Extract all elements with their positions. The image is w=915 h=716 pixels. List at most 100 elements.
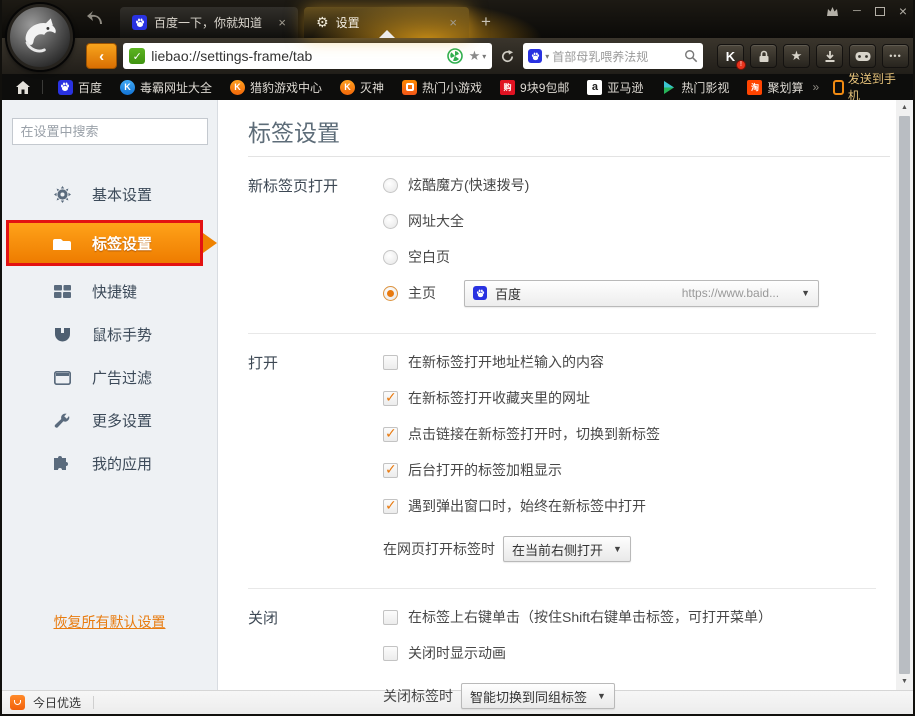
bookmark-game-center[interactable]: K 猎豹游戏中心 [221, 74, 331, 100]
baidu-paw-favicon [132, 15, 147, 30]
sidebar-item-label: 我的应用 [92, 453, 152, 474]
homepage-select[interactable]: 百度 https://www.baid... ▼ [464, 280, 819, 307]
sidebar-item-basic-settings[interactable]: 基本设置 [2, 173, 217, 216]
notification-badge: ! [736, 60, 746, 70]
new-tab-button[interactable]: + [469, 12, 501, 38]
engine-caret-icon[interactable]: ▾ [545, 52, 549, 61]
magnifier-icon[interactable] [684, 49, 698, 63]
sidebar-item-shortcuts[interactable]: 快捷键 [2, 270, 217, 313]
game-favicon [402, 80, 417, 95]
bookmark-label: 热门小游戏 [422, 79, 482, 96]
bookmark-juhuasuan[interactable]: 淘 聚划算 [738, 74, 812, 100]
liebao-cheetah-logo-icon[interactable] [7, 4, 73, 70]
baidu-favicon [473, 286, 487, 300]
wrench-icon [52, 413, 72, 429]
close-tab-behavior-select[interactable]: 智能切换到同组标签 ▼ [461, 683, 615, 709]
search-suggestion-text[interactable]: 首部母乳喂养法规 [552, 48, 681, 65]
site-safe-check-icon: ✓ [129, 48, 145, 64]
refresh-icon[interactable] [498, 49, 517, 64]
reset-all-defaults-link[interactable]: 恢复所有默认设置 [2, 612, 217, 632]
sidebar-item-ad-filter[interactable]: 广告过滤 [2, 356, 217, 399]
radio-site-nav[interactable] [383, 214, 398, 229]
checkbox-bold-background-tabs[interactable] [383, 463, 398, 478]
bookmark-star-icon[interactable]: ★▾ [469, 48, 487, 64]
sidebar-item-mouse-gestures[interactable]: 鼠标手势 [2, 313, 217, 356]
checkbox-label: 遇到弹出窗口时，始终在新标签中打开 [408, 496, 646, 516]
radio-blank-page[interactable] [383, 250, 398, 265]
minimize-button[interactable]: ─ [853, 4, 861, 18]
checkbox-popup-in-newtab[interactable] [383, 499, 398, 514]
bookmark-baidu[interactable]: 百度 [49, 74, 111, 100]
bookmark-mieshen[interactable]: K 灭神 [331, 74, 393, 100]
close-window-button[interactable]: × [899, 4, 907, 18]
checkbox-label: 后台打开的标签加粗显示 [408, 460, 562, 480]
radio-label: 主页 [408, 283, 436, 303]
tab-close-icon[interactable]: × [447, 15, 459, 30]
duba-k-button[interactable]: K ! [717, 44, 744, 68]
url-text[interactable]: liebao://settings-frame/tab [151, 48, 440, 64]
favorites-button[interactable]: ★ [783, 44, 810, 68]
daily-picks-button[interactable]: 今日优选 [33, 694, 81, 711]
sidebar-item-more-settings[interactable]: 更多设置 [2, 399, 217, 442]
section-divider [248, 588, 876, 589]
download-button[interactable] [816, 44, 843, 68]
sidebar-item-label: 快捷键 [92, 281, 137, 302]
checkbox-rightclick-close[interactable] [383, 610, 398, 625]
skin-theme-icon[interactable] [826, 6, 839, 17]
send-to-phone-button[interactable]: 发送到手机 [848, 70, 905, 104]
url-field[interactable]: ✓ liebao://settings-frame/tab ★▾ [123, 43, 492, 69]
section-divider [248, 333, 876, 334]
scroll-up-icon[interactable]: ▲ [901, 102, 908, 114]
home-icon[interactable] [10, 81, 36, 94]
bookmark-mini-games[interactable]: 热门小游戏 [393, 74, 491, 100]
active-item-arrow [203, 233, 217, 253]
tab-title: 设置 [336, 14, 441, 31]
back-button[interactable]: ‹ [86, 43, 117, 69]
checkbox-close-animation[interactable] [383, 646, 398, 661]
bookmark-hot-movies[interactable]: 热门影视 [652, 74, 738, 100]
gear-icon: ⚙ [316, 14, 329, 31]
maximize-button[interactable] [875, 7, 885, 16]
scroll-down-icon[interactable]: ▼ [901, 676, 908, 688]
scrollbar-thumb[interactable] [899, 116, 910, 674]
chevron-down-icon[interactable]: ▼ [801, 288, 810, 298]
settings-sidebar: 基本设置 标签设置 快捷键 [2, 100, 218, 690]
search-box[interactable]: ▾ 首部母乳喂养法规 [523, 43, 703, 69]
sidebar-item-tab-settings[interactable]: 标签设置 [6, 220, 203, 266]
radio-cube[interactable] [383, 178, 398, 193]
sidebar-item-label: 鼠标手势 [92, 324, 152, 345]
game-center-button[interactable] [849, 44, 876, 68]
checkbox-switch-to-newtab[interactable] [383, 427, 398, 442]
tab-baidu[interactable]: 百度一下，你就知道 × [120, 7, 298, 38]
checkbox-open-addressbar-input[interactable] [383, 355, 398, 370]
settings-search-input[interactable] [12, 118, 208, 145]
checkbox-label: 点击链接在新标签打开时，切换到新标签 [408, 424, 660, 444]
bookmark-9k9[interactable]: 购 9块9包邮 [491, 74, 578, 100]
checkbox-open-favorites-newtab[interactable] [383, 391, 398, 406]
menu-more-button[interactable]: ••• [882, 44, 909, 68]
baidu-search-engine-icon[interactable] [528, 49, 542, 63]
checkbox-row: 在新标签打开地址栏输入的内容 [383, 344, 890, 380]
security-lock-button[interactable] [750, 44, 777, 68]
speed-mode-icon[interactable] [447, 48, 463, 64]
address-bar: ‹ ✓ liebao://settings-frame/tab ★▾ ▾ 首部母… [2, 38, 913, 74]
radio-homepage[interactable] [383, 286, 398, 301]
more-dots-icon: ••• [889, 51, 901, 61]
star-icon: ★ [791, 48, 803, 64]
toolbar-buttons: K ! ★ ••• [717, 44, 909, 68]
play-favicon [661, 80, 676, 95]
download-icon [824, 50, 836, 63]
tab-settings[interactable]: ⚙ 设置 × [304, 7, 469, 38]
sidebar-item-label: 标签设置 [92, 233, 152, 254]
history-back-arrow-icon[interactable] [86, 10, 104, 26]
tab-close-icon[interactable]: × [276, 15, 288, 30]
bookmarks-overflow-chevron-icon[interactable]: » [812, 80, 819, 94]
keyboard-icon [52, 285, 72, 298]
bookmark-amazon[interactable]: a 亚马逊 [578, 74, 652, 100]
sidebar-item-my-apps[interactable]: 我的应用 [2, 442, 217, 485]
bookmark-label: 百度 [78, 79, 102, 96]
divider [93, 696, 94, 709]
tab-position-select[interactable]: 在当前右侧打开 ▼ [503, 536, 631, 562]
bookmark-duba-sites[interactable]: K 毒霸网址大全 [111, 74, 221, 100]
vertical-scrollbar[interactable]: ▲ ▼ [896, 100, 913, 690]
